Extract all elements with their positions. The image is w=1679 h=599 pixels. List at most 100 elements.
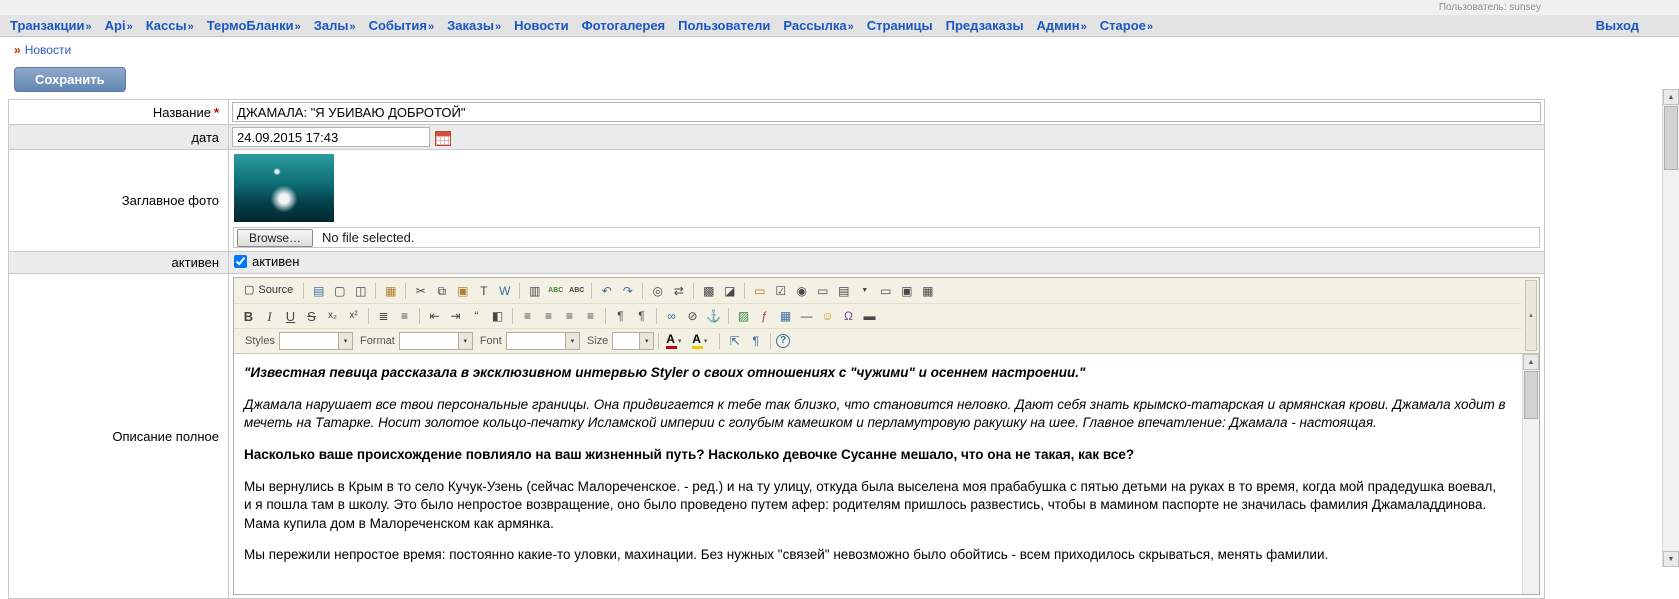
hidden-field-icon[interactable]: ▦ [918, 281, 937, 300]
link-icon[interactable]: ∞ [662, 307, 681, 326]
nav-item-staroe[interactable]: Старое» [1100, 18, 1153, 33]
nav-item-admin[interactable]: Админ» [1037, 18, 1087, 33]
italic-icon[interactable]: I [260, 307, 279, 326]
strikethrough-icon[interactable]: S [302, 307, 321, 326]
date-input[interactable] [232, 127, 430, 147]
image-button-icon[interactable]: ▣ [897, 281, 916, 300]
paste-word-icon[interactable]: W [495, 281, 514, 300]
align-justify-icon[interactable]: ≡ [581, 307, 600, 326]
editor-content[interactable]: "Известная певица рассказала в эксклюзив… [234, 354, 1539, 594]
redo-icon[interactable]: ↷ [618, 281, 637, 300]
save-icon[interactable]: ▤ [309, 281, 328, 300]
show-blocks-icon[interactable]: ¶ [746, 332, 765, 351]
format-dropdown[interactable]: ▾ [398, 332, 473, 350]
div-container-icon[interactable]: ◧ [488, 307, 507, 326]
select-all-icon[interactable]: ▩ [699, 281, 718, 300]
align-center-icon[interactable]: ≡ [539, 307, 558, 326]
page-break-icon[interactable]: ▬ [860, 307, 879, 326]
paste-icon[interactable]: ▣ [453, 281, 472, 300]
page-scroll-thumb[interactable] [1664, 106, 1678, 170]
unlink-icon[interactable]: ⊘ [683, 307, 702, 326]
outdent-icon[interactable]: ⇤ [425, 307, 444, 326]
file-input[interactable]: Browse… No file selected. [233, 227, 1540, 248]
editor-scroll-thumb[interactable] [1524, 371, 1538, 419]
nav-item-fotogalereya[interactable]: Фотогалерея [582, 18, 666, 33]
remove-format-icon[interactable]: ◪ [720, 281, 739, 300]
editor-document[interactable]: "Известная певица рассказала в эксклюзив… [234, 354, 1539, 588]
nav-item-zakazy[interactable]: Заказы» [447, 18, 501, 33]
active-checkbox[interactable] [234, 255, 247, 268]
about-icon[interactable]: ? [776, 334, 791, 348]
image-icon[interactable]: ▨ [734, 307, 753, 326]
source-button[interactable]: ▢ Source [239, 281, 298, 300]
horizontal-rule-icon[interactable]: ― [797, 307, 816, 326]
nav-item-api[interactable]: Api» [105, 18, 133, 33]
cut-icon[interactable]: ✂ [411, 281, 430, 300]
spellcheck-icon[interactable]: ABC [546, 281, 565, 300]
replace-icon[interactable]: ⇄ [669, 281, 688, 300]
numbered-list-icon[interactable]: ≣ [374, 307, 393, 326]
size-dropdown[interactable]: ▾ [612, 332, 655, 350]
nav-item-rassylka[interactable]: Рассылка» [783, 18, 853, 33]
text-color-button[interactable]: A ▾ [664, 332, 688, 351]
bidi-rtl-icon[interactable]: ¶ [632, 307, 651, 326]
background-color-button[interactable]: A ▾ [690, 332, 714, 351]
blockquote-icon[interactable]: “ [467, 307, 486, 326]
radio-field-icon[interactable]: ◉ [792, 281, 811, 300]
bidi-ltr-icon[interactable]: ¶ [611, 307, 630, 326]
subscript-icon[interactable]: x₂ [323, 307, 342, 326]
textarea-field-icon[interactable]: ▤ [834, 281, 853, 300]
nav-item-termoblanki[interactable]: ТермоБланки» [207, 18, 301, 33]
print-icon[interactable]: ▥ [525, 281, 544, 300]
page-scroll-up-button[interactable]: ▲ [1663, 89, 1679, 105]
flash-icon[interactable]: ƒ [755, 307, 774, 326]
special-char-icon[interactable]: Ω [839, 307, 858, 326]
smiley-icon[interactable]: ☺ [818, 307, 837, 326]
maximize-icon[interactable]: ⇱ [725, 332, 744, 351]
nav-item-stranitsy[interactable]: Страницы [867, 18, 933, 33]
file-status: No file selected. [322, 230, 415, 245]
checkbox-field-icon[interactable]: ☑ [771, 281, 790, 300]
paste-text-icon[interactable]: T [474, 281, 493, 300]
nav-item-zaly[interactable]: Залы» [314, 18, 356, 33]
form-field-icon[interactable]: ▭ [750, 281, 769, 300]
align-left-icon[interactable]: ≡ [518, 307, 537, 326]
bulleted-list-icon[interactable]: ≡ [395, 307, 414, 326]
font-dropdown[interactable]: ▾ [505, 332, 580, 350]
page-scroll-down-button[interactable]: ▼ [1663, 551, 1679, 567]
new-page-icon[interactable]: ▢ [330, 281, 349, 300]
logout-link[interactable]: Выход [1596, 18, 1639, 33]
find-icon[interactable]: ◎ [648, 281, 667, 300]
nav-item-transactions[interactable]: Транзакции» [10, 18, 92, 33]
editor-scroll-up-button[interactable]: ▲ [1523, 354, 1539, 370]
nav-item-sobytiya[interactable]: События» [369, 18, 435, 33]
button-field-icon[interactable]: ▭ [876, 281, 895, 300]
browse-button[interactable]: Browse… [237, 228, 314, 247]
text-field-icon[interactable]: ▭ [813, 281, 832, 300]
scayt-icon[interactable]: ABC [567, 281, 586, 300]
nav-item-polzovateli[interactable]: Пользователи [678, 18, 770, 33]
superscript-icon[interactable]: x² [344, 307, 363, 326]
nav-item-predzakazy[interactable]: Предзаказы [946, 18, 1024, 33]
preview-icon[interactable]: ◫ [351, 281, 370, 300]
submenu-arrow-icon: » [349, 21, 356, 33]
bold-icon[interactable]: B [239, 307, 258, 326]
table-icon[interactable]: ▦ [776, 307, 795, 326]
title-input[interactable] [232, 102, 1541, 122]
styles-dropdown[interactable]: ▾ [278, 332, 353, 350]
nav-item-novosti[interactable]: Новости [514, 18, 569, 33]
undo-icon[interactable]: ↶ [597, 281, 616, 300]
breadcrumb-link-news[interactable]: Новости [25, 43, 71, 57]
collapse-toolbar-button[interactable]: ▲ [1525, 280, 1537, 351]
indent-icon[interactable]: ⇥ [446, 307, 465, 326]
align-right-icon[interactable]: ≡ [560, 307, 579, 326]
anchor-icon[interactable]: ⚓ [704, 307, 723, 326]
underline-icon[interactable]: U [281, 307, 300, 326]
select-field-icon[interactable]: ▼ [855, 281, 874, 300]
calendar-icon[interactable] [435, 130, 451, 146]
templates-icon[interactable]: ▦ [381, 281, 400, 300]
copy-icon[interactable]: ⧉ [432, 281, 451, 300]
save-button[interactable]: Сохранить [14, 67, 126, 92]
paragraph: "Известная певица рассказала в эксклюзив… [244, 365, 1086, 380]
nav-item-kassy[interactable]: Кассы» [146, 18, 194, 33]
